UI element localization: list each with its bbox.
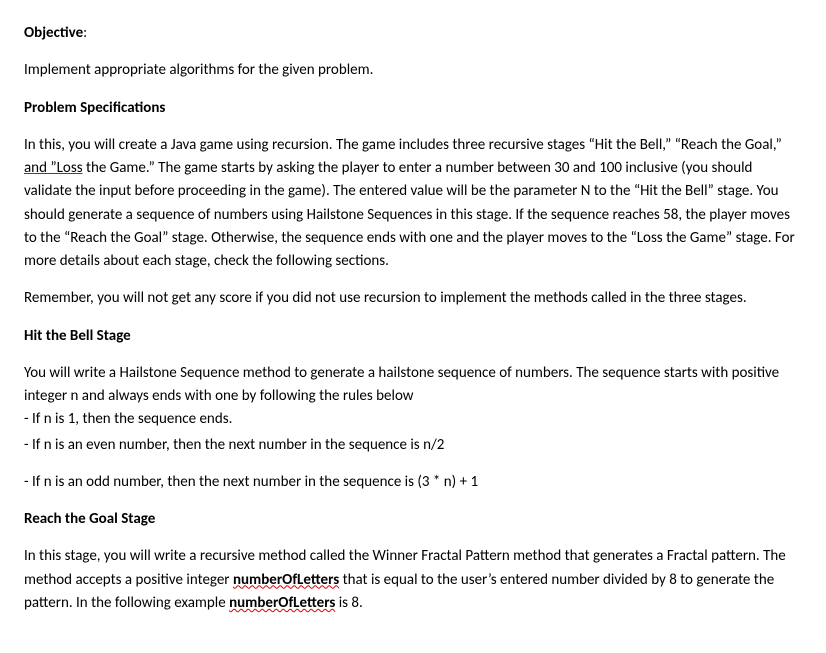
colon: : <box>83 24 87 42</box>
hit-rule-2: - If n is an even number, then the next … <box>24 434 802 457</box>
objective-text: Implement appropriate algorithms for the… <box>24 59 802 82</box>
spec-paragraph-1: In this, you will create a Java game usi… <box>24 134 802 274</box>
spec-p1-a: In this, you will create a Java game usi… <box>24 136 782 154</box>
spellcheck-word-1: numberOfLetters <box>233 571 339 589</box>
spec-paragraph-2: Remember, you will not get any score if … <box>24 287 802 310</box>
spec-p1-underlined: and ”Loss <box>24 159 83 177</box>
hit-heading: Hit the Bell Stage <box>24 325 802 348</box>
spec-heading: Problem Specifications <box>24 97 802 120</box>
reach-paragraph: In this stage, you will write a recursiv… <box>24 545 802 615</box>
reach-heading: Reach the Goal Stage <box>24 508 802 531</box>
hit-intro: You will write a Hailstone Sequence meth… <box>24 362 802 432</box>
hit-rule-1: - If n is 1, then the sequence ends. <box>24 410 232 428</box>
hit-rule-3: - If n is an odd number, then the next n… <box>24 471 802 494</box>
objective-line: Objective: <box>24 22 802 45</box>
objective-label: Objective <box>24 24 83 42</box>
hit-intro-text: You will write a Hailstone Sequence meth… <box>24 364 779 405</box>
spec-p1-b: the Game.” The game starts by asking the… <box>24 159 795 270</box>
spellcheck-word-2: numberOfLetters <box>229 594 335 612</box>
reach-p-c: is 8. <box>335 594 362 612</box>
